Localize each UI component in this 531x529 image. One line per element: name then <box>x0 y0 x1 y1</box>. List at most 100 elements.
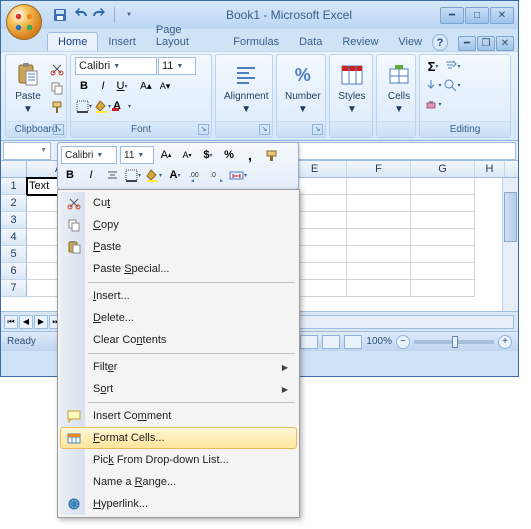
mini-shrink-font-icon[interactable]: A▾ <box>178 146 196 164</box>
mini-grow-font-icon[interactable]: A▴ <box>157 146 175 164</box>
minimize-button[interactable]: ━ <box>440 7 464 24</box>
tab-view[interactable]: View <box>388 33 432 51</box>
cell[interactable] <box>411 195 475 212</box>
bold-icon[interactable]: B <box>75 77 93 95</box>
cell[interactable] <box>411 212 475 229</box>
increase-font-icon[interactable]: A▴ <box>137 77 155 95</box>
clear-icon[interactable]: ▾ <box>424 95 442 113</box>
column-header[interactable]: H <box>475 161 505 177</box>
cut-icon[interactable] <box>48 60 66 78</box>
page-layout-view-icon[interactable] <box>322 335 340 349</box>
zoom-level[interactable]: 100% <box>366 336 392 347</box>
alignment-launcher-icon[interactable]: ↘ <box>259 124 270 135</box>
mini-size-combo[interactable]: 11▼ <box>120 146 154 164</box>
mini-comma-icon[interactable]: , <box>241 146 259 164</box>
zoom-slider[interactable] <box>414 340 494 344</box>
normal-view-icon[interactable] <box>300 335 318 349</box>
close-button[interactable]: ✕ <box>490 7 514 24</box>
decrease-font-icon[interactable]: A▾ <box>156 77 174 95</box>
mini-borders-icon[interactable]: ▾ <box>124 166 142 184</box>
office-button[interactable] <box>6 4 42 40</box>
zoom-in-icon[interactable]: + <box>498 335 512 349</box>
column-header[interactable]: G <box>411 161 475 177</box>
select-all-corner[interactable] <box>1 161 27 177</box>
autosum-icon[interactable]: Σ▾ <box>424 57 442 75</box>
sort-filter-icon[interactable]: ▾ <box>443 57 461 75</box>
cell[interactable] <box>347 178 411 195</box>
row-header[interactable]: 7 <box>1 280 27 297</box>
page-break-view-icon[interactable] <box>344 335 362 349</box>
cell[interactable] <box>347 212 411 229</box>
name-box[interactable]: ▼ <box>3 142 51 160</box>
help-icon[interactable]: ? <box>432 34 448 51</box>
underline-icon[interactable]: U▾ <box>113 77 131 95</box>
menu-format-cells[interactable]: Format Cells... <box>60 427 297 449</box>
workbook-restore-button[interactable]: ❐ <box>477 36 495 51</box>
first-sheet-icon[interactable]: ⏮ <box>4 315 18 329</box>
cells-button[interactable]: Cells▼ <box>381 59 417 117</box>
workbook-close-button[interactable]: ✕ <box>496 36 514 51</box>
mini-align-center-icon[interactable] <box>103 166 121 184</box>
find-select-icon[interactable]: ▾ <box>443 76 461 94</box>
undo-icon[interactable] <box>71 6 89 24</box>
save-icon[interactable] <box>51 6 69 24</box>
menu-cut[interactable]: Cut <box>60 192 297 214</box>
mini-decrease-decimal-icon[interactable]: .0 <box>208 166 226 184</box>
mini-accounting-icon[interactable]: $▾ <box>199 146 217 164</box>
mini-fill-color-icon[interactable]: ▾ <box>145 166 163 184</box>
format-painter-icon[interactable] <box>48 98 66 116</box>
maximize-button[interactable]: □ <box>465 7 489 24</box>
cell[interactable] <box>347 263 411 280</box>
cell[interactable] <box>411 280 475 297</box>
tab-insert[interactable]: Insert <box>98 33 146 51</box>
cell[interactable] <box>411 263 475 280</box>
redo-icon[interactable] <box>91 6 109 24</box>
menu-paste[interactable]: Paste <box>60 236 297 258</box>
menu-clear-contents[interactable]: Clear Contents <box>60 329 297 351</box>
borders-icon[interactable]: ▾ <box>75 97 93 115</box>
row-header[interactable]: 2 <box>1 195 27 212</box>
fill-color-icon[interactable]: ▾ <box>94 97 112 115</box>
cell[interactable] <box>347 246 411 263</box>
tab-page-layout[interactable]: Page Layout <box>146 21 223 51</box>
menu-sort[interactable]: Sort▶ <box>60 378 297 400</box>
menu-pick-from-list[interactable]: Pick From Drop-down List... <box>60 449 297 471</box>
font-color-icon[interactable]: A▾ <box>113 97 131 115</box>
cell[interactable] <box>411 178 475 195</box>
mini-merge-center-icon[interactable]: ▾ <box>229 166 247 184</box>
cell[interactable] <box>347 280 411 297</box>
menu-delete[interactable]: Delete... <box>60 307 297 329</box>
tab-data[interactable]: Data <box>289 33 332 51</box>
prev-sheet-icon[interactable]: ◀ <box>19 315 33 329</box>
menu-name-range[interactable]: Name a Range... <box>60 471 297 493</box>
font-launcher-icon[interactable]: ↘ <box>198 124 209 135</box>
mini-font-color-icon[interactable]: A▾ <box>166 166 184 184</box>
tab-formulas[interactable]: Formulas <box>223 33 289 51</box>
menu-insert[interactable]: Insert... <box>60 285 297 307</box>
tab-home[interactable]: Home <box>47 32 98 51</box>
mini-bold-icon[interactable]: B <box>61 166 79 184</box>
column-header[interactable]: F <box>347 161 411 177</box>
mini-percent-icon[interactable]: % <box>220 146 238 164</box>
workbook-minimize-button[interactable]: ━ <box>458 36 476 51</box>
number-button[interactable]: %Number▼ <box>281 59 325 117</box>
alignment-button[interactable]: Alignment▼ <box>220 59 272 117</box>
mini-font-combo[interactable]: Calibri▼ <box>61 146 117 164</box>
font-size-combo[interactable]: 11▼ <box>158 57 196 75</box>
styles-button[interactable]: Styles▼ <box>334 59 370 117</box>
row-header[interactable]: 3 <box>1 212 27 229</box>
zoom-out-icon[interactable]: − <box>396 335 410 349</box>
row-header[interactable]: 1 <box>1 178 27 195</box>
cell[interactable] <box>411 246 475 263</box>
italic-icon[interactable]: I <box>94 77 112 95</box>
row-header[interactable]: 5 <box>1 246 27 263</box>
menu-paste-special[interactable]: Paste Special... <box>60 258 297 280</box>
row-header[interactable]: 6 <box>1 263 27 280</box>
cell[interactable] <box>347 195 411 212</box>
cell[interactable] <box>411 229 475 246</box>
paste-button[interactable]: Paste▼ <box>10 59 46 117</box>
vertical-scrollbar[interactable] <box>502 178 518 311</box>
clipboard-launcher-icon[interactable]: ↘ <box>53 124 64 135</box>
fill-icon[interactable]: ▾ <box>424 76 442 94</box>
font-name-combo[interactable]: Calibri▼ <box>75 57 157 75</box>
